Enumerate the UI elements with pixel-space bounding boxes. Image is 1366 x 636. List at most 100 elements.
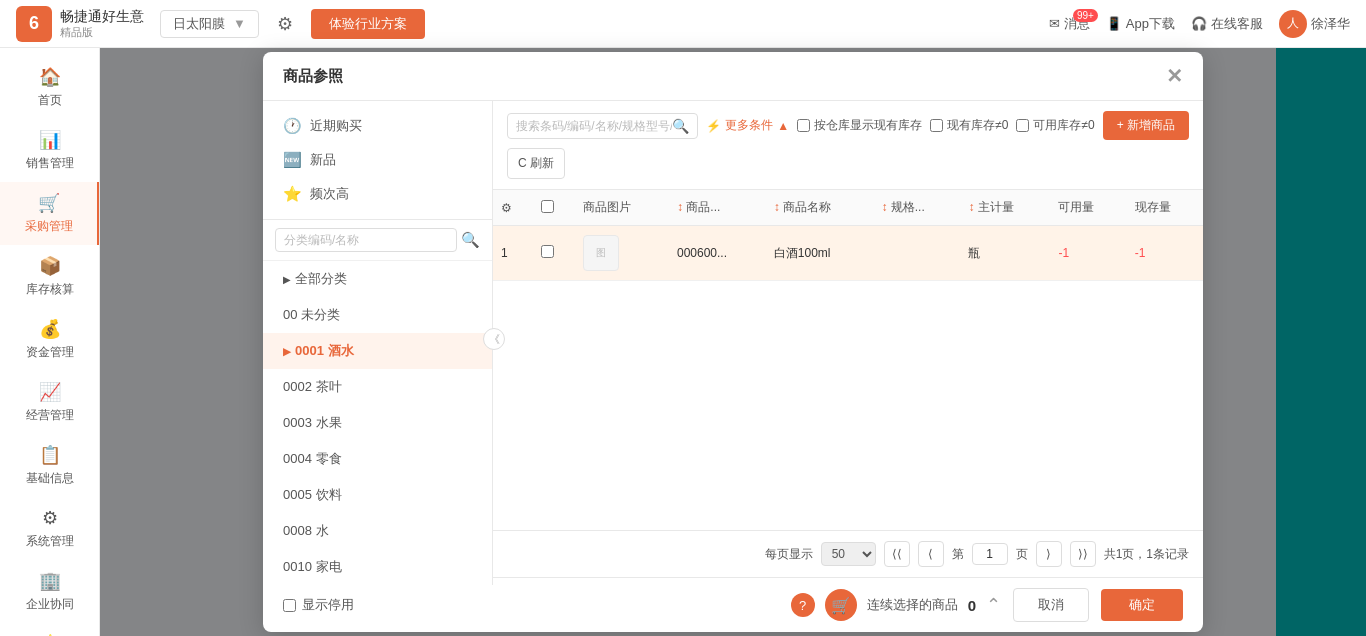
tab-new-product[interactable]: 🆕 新品 [263,143,492,177]
app-subtitle: 精品版 [60,25,144,40]
sidebar-label-sales: 销售管理 [26,155,74,172]
category-0004[interactable]: 0004 零食 [263,441,492,477]
content-area: 商品参照 ✕ 🕐 近期购买 [100,48,1366,636]
sidebar-item-home[interactable]: 🏠 首页 [0,56,99,119]
category-00[interactable]: 00 未分类 [263,297,492,333]
app-download-btn[interactable]: 📱 App下载 [1106,15,1175,33]
sidebar-label-enterprise: 企业协同 [26,596,74,613]
nav-dropdown[interactable]: 日太阳膜 ▼ [160,10,259,38]
show-disabled-label[interactable]: 显示停用 [283,596,354,614]
last-page-button[interactable]: ⟩⟩ [1070,541,1096,567]
sidebar-label-operations: 经营管理 [26,407,74,424]
tab-high-freq-label: 频次高 [310,185,349,203]
category-0002[interactable]: 0002 茶叶 [263,369,492,405]
category-0010[interactable]: 0010 家电 [263,549,492,585]
sidebar-label-basic-info: 基础信息 [26,470,74,487]
prev-page-button[interactable]: ⟨ [918,541,944,567]
category-panel: 🔍 ▶ 全部分类 00 未分类 ▶ [263,220,492,585]
modal-overlay: 商品参照 ✕ 🕐 近期购买 [100,48,1366,636]
right-toolbar: 🔍 ⚡ 更多条件 ▲ 按仓库显示现有库存 [493,101,1203,190]
row-index: 1 [493,226,533,281]
sidebar-label-system: 系统管理 [26,533,74,550]
confirm-button[interactable]: 确定 [1101,589,1183,621]
warehouse-stock-checkbox[interactable]: 按仓库显示现有库存 [797,117,922,134]
collapse-panel-button[interactable]: 《 [483,328,505,350]
show-disabled-check[interactable] [283,599,296,612]
app-download-label: App下载 [1126,15,1175,33]
per-page-label: 每页显示 [765,546,813,563]
sidebar-item-operations[interactable]: 📈 经营管理 [0,371,99,434]
product-search-input[interactable] [516,119,672,133]
table-header-row: ⚙ 商品图片 ↕ 商品... ↕ 商品名称 ↕ 规格... ↕ 主计量 可用量 [493,190,1203,226]
select-all-checkbox[interactable] [541,200,554,213]
pagination-bar: 每页显示 50 10 20 100 ⟨⟨ ⟨ 第 页 [493,530,1203,577]
cart-label: 连续选择的商品 [867,596,958,614]
col-code[interactable]: ↕ 商品... [669,190,766,226]
usable-nonzero-checkbox[interactable]: 可用库存≠0 [1016,117,1094,134]
page-number-input[interactable] [972,543,1008,565]
sidebar-item-inventory[interactable]: 📦 库存核算 [0,245,99,308]
sidebar-item-purchase[interactable]: 🛒 采购管理 [0,182,99,245]
left-panel-wrap: 🕐 近期购买 🆕 新品 ⭐ 频次高 [263,101,493,577]
col-settings[interactable]: ⚙ [493,190,533,226]
first-page-button[interactable]: ⟨⟨ [884,541,910,567]
sidebar: 🏠 首页 📊 销售管理 🛒 采购管理 📦 库存核算 💰 资金管理 📈 经营管理 … [0,48,100,636]
category-0003-label: 0003 水果 [283,414,342,432]
sidebar-item-sales[interactable]: 📊 销售管理 [0,119,99,182]
col-usable: 可用量 [1050,190,1126,226]
category-0008[interactable]: 0008 水 [263,513,492,549]
category-all[interactable]: ▶ 全部分类 [263,261,492,297]
sidebar-item-basic-info[interactable]: 📋 基础信息 [0,434,99,497]
cart-icon[interactable]: 🛒 [825,589,857,621]
col-name[interactable]: ↕ 商品名称 [766,190,874,226]
product-thumbnail: 图 [583,235,619,271]
refresh-button[interactable]: C 刷新 [507,148,565,179]
col-unit[interactable]: ↕ 主计量 [960,190,1050,226]
online-service-btn[interactable]: 🎧 在线客服 [1191,15,1263,33]
app-title: 畅捷通好生意 [60,7,144,25]
category-search-icon[interactable]: 🔍 [461,231,480,249]
cart-count: 0 [968,597,976,614]
col-spec[interactable]: ↕ 规格... [873,190,960,226]
message-icon: ✉ [1049,16,1060,31]
operations-icon: 📈 [39,381,61,403]
clock-icon: 🕐 [283,117,302,135]
sidebar-item-guide[interactable]: 🌟 新手引导 [0,623,99,636]
tab-recent-purchase[interactable]: 🕐 近期购买 [263,109,492,143]
category-search-input[interactable] [275,228,457,252]
table-row[interactable]: 1 图 000600... 白酒100ml 瓶 [493,226,1203,281]
total-info: 共1页，1条记录 [1104,546,1189,563]
next-page-button[interactable]: ⟩ [1036,541,1062,567]
stock-nonzero-checkbox[interactable]: 现有库存≠0 [930,117,1008,134]
row-check[interactable] [541,245,554,258]
sidebar-item-system[interactable]: ⚙ 系统管理 [0,497,99,560]
usable-nonzero-check[interactable] [1016,119,1029,132]
add-product-button[interactable]: + 新增商品 [1103,111,1189,140]
app-logo-icon: 6 [16,6,52,42]
message-btn[interactable]: ✉ 消息 99+ [1049,15,1090,33]
category-0003[interactable]: 0003 水果 [263,405,492,441]
warehouse-stock-check[interactable] [797,119,810,132]
modal-close-button[interactable]: ✕ [1166,66,1183,86]
more-filter-button[interactable]: ⚡ 更多条件 ▲ [706,117,789,134]
sort-icon-spec: ↕ [881,200,887,214]
logo-area: 6 畅捷通好生意 精品版 [16,6,144,42]
collapse-cart-icon[interactable]: ⌃ [986,594,1001,616]
caret-icon: ▶ [283,274,291,285]
search-icon[interactable]: 🔍 [672,118,689,134]
sidebar-item-enterprise[interactable]: 🏢 企业协同 [0,560,99,623]
category-0005[interactable]: 0005 饮料 [263,477,492,513]
trial-button[interactable]: 体验行业方案 [311,9,425,39]
stock-nonzero-check[interactable] [930,119,943,132]
per-page-select[interactable]: 50 10 20 100 [821,542,876,566]
gear-button[interactable]: ⚙ [267,6,303,42]
sidebar-item-finance[interactable]: 💰 资金管理 [0,308,99,371]
avatar: 人 [1279,10,1307,38]
help-icon[interactable]: ? [791,593,815,617]
user-profile[interactable]: 人 徐泽华 [1279,10,1350,38]
cancel-button[interactable]: 取消 [1013,588,1089,622]
category-0001[interactable]: ▶ 0001 酒水 [263,333,492,369]
tab-high-freq[interactable]: ⭐ 频次高 [263,177,492,211]
sales-icon: 📊 [39,129,61,151]
row-usable: -1 [1050,226,1126,281]
